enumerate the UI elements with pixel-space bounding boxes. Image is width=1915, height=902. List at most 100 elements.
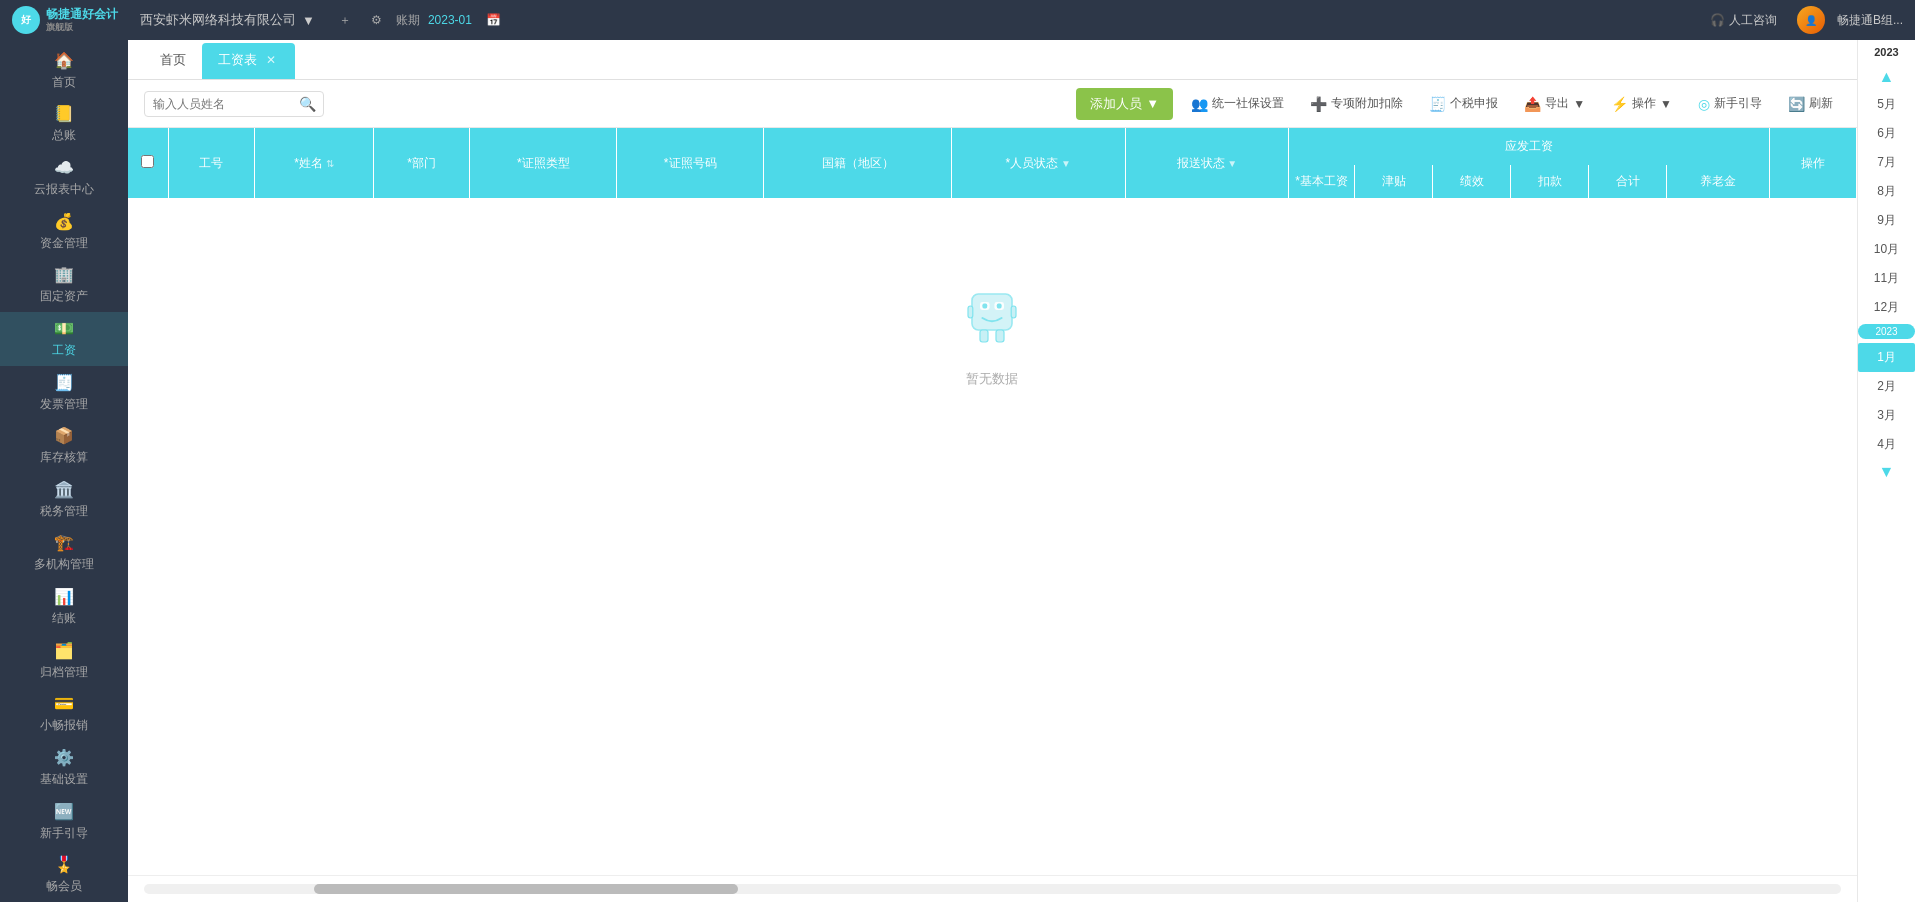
sidebar-item-inventory[interactable]: 📦 库存核算 [0,419,128,473]
period-value[interactable]: 2023-01 [428,13,472,27]
tab-bar: 首页 工资表 ✕ [128,40,1857,80]
ledger-icon: 📒 [54,104,74,123]
month-item-4[interactable]: 4月 [1858,430,1915,459]
sidebar-item-invoice[interactable]: 🧾 发票管理 [0,366,128,420]
month-item-1[interactable]: 1月 [1858,343,1915,372]
search-input[interactable] [153,97,293,111]
th-checkbox[interactable] [128,128,168,198]
th-report-status[interactable]: 报送状态 [1125,128,1289,198]
th-person-status[interactable]: *人员状态 [951,128,1125,198]
sidebar-item-ledger[interactable]: 📒 总账 [0,98,128,152]
guide-action[interactable]: ◎ 新手引导 [1690,90,1770,117]
vip-icon: 🎖️ [54,855,74,874]
search-icon[interactable]: 🔍 [299,96,316,112]
search-wrap: 🔍 [144,91,324,117]
tax-icon: 🏛️ [54,480,74,499]
service-button[interactable]: 🎧 人工咨询 [1702,8,1785,33]
empty-text: 暂无数据 [966,370,1018,388]
table-wrap: 工号 *姓名 *部门 *证照类型 *证照号码 国籍（地区） *人员状态 报送状态… [128,128,1857,875]
month-nav-up[interactable]: ▲ [1875,64,1899,90]
user-avatar[interactable]: 👤 [1797,6,1825,34]
sidebar-item-salary[interactable]: 💵 工资 [0,312,128,366]
social-label: 统一社保设置 [1212,95,1284,112]
select-all-checkbox[interactable] [141,155,154,168]
sidebar-item-home[interactable]: 🏠 首页 [0,44,128,98]
add-company-button[interactable]: ＋ [333,8,357,33]
sidebar-label-cloud: 云报表中心 [34,181,94,198]
sidebar-label-expense: 小畅报销 [40,717,88,734]
operate-action[interactable]: ⚡ 操作 ▼ [1603,90,1680,117]
settings-button[interactable]: ⚙ [365,9,388,31]
operate-label: 操作 [1632,95,1656,112]
calendar-icon[interactable]: 📅 [480,9,507,31]
company-selector[interactable]: 西安虾米网络科技有限公司 ▼ [132,7,323,33]
tab-home[interactable]: 首页 [144,43,202,79]
guide-icon: 🆕 [54,802,74,821]
company-name: 西安虾米网络科技有限公司 [140,11,296,29]
refresh-action[interactable]: 🔄 刷新 [1780,90,1841,117]
inventory-icon: 📦 [54,426,74,445]
tab-close-button[interactable]: ✕ [263,52,279,68]
personal-tax-action[interactable]: 🧾 个税申报 [1421,90,1506,117]
add-people-button[interactable]: 添加人员 ▼ [1076,88,1173,120]
sidebar-item-assets[interactable]: 🏢 固定资产 [0,259,128,313]
th-pension: 养老金 [1667,165,1770,198]
sidebar-item-tax[interactable]: 🏛️ 税务管理 [0,473,128,527]
sidebar-label-ledger: 总账 [52,127,76,144]
main-layout: 🏠 首页 📒 总账 ☁️ 云报表中心 💰 资金管理 🏢 固定资产 💵 工资 🧾 … [0,40,1915,902]
sidebar-label-inventory: 库存核算 [40,449,88,466]
th-name[interactable]: *姓名 [254,128,373,198]
tab-home-label: 首页 [160,51,186,69]
bottom-scrollbar-thumb [314,884,738,894]
expense-icon: 💳 [54,694,74,713]
home-icon: 🏠 [54,51,74,70]
month-item-6[interactable]: 6月 [1858,119,1915,148]
month-item-8[interactable]: 8月 [1858,177,1915,206]
right-panel-year-label: 2023 [1870,40,1902,64]
social-icon: 👥 [1191,96,1208,112]
svg-rect-8 [996,330,1004,342]
export-action[interactable]: 📤 导出 ▼ [1516,90,1593,117]
sidebar-label-salary: 工资 [52,342,76,359]
user-name[interactable]: 畅捷通B组... [1837,12,1903,29]
month-item-11[interactable]: 11月 [1858,264,1915,293]
sidebar-item-archive[interactable]: 🗂️ 归档管理 [0,634,128,688]
sidebar-item-funds[interactable]: 💰 资金管理 [0,205,128,259]
sidebar-item-expense[interactable]: 💳 小畅报销 [0,688,128,742]
bottom-scrollbar[interactable] [144,884,1841,894]
month-item-2[interactable]: 2月 [1858,372,1915,401]
logo-text-area: 畅捷通好会计 旗舰版 [46,7,118,32]
add-people-label: 添加人员 [1090,95,1142,113]
service-label: 人工咨询 [1729,12,1777,29]
month-item-10[interactable]: 10月 [1858,235,1915,264]
th-allowance: 津贴 [1355,165,1433,198]
sidebar-item-guide[interactable]: 🆕 新手引导 [0,795,128,849]
sidebar-label-archive: 归档管理 [40,664,88,681]
month-item-12[interactable]: 12月 [1858,293,1915,322]
tax-deduct-action[interactable]: ➕ 专项附加扣除 [1302,90,1411,117]
add-people-dropdown-icon: ▼ [1146,96,1159,111]
refresh-icon: 🔄 [1788,96,1805,112]
tab-salary-table[interactable]: 工资表 ✕ [202,43,295,79]
svg-rect-6 [1011,306,1016,318]
sidebar-item-vip[interactable]: 🎖️ 畅会员 [0,848,128,902]
month-nav-down[interactable]: ▼ [1875,459,1899,485]
sidebar-item-cloud[interactable]: ☁️ 云报表中心 [0,151,128,205]
sidebar-item-settle[interactable]: 📊 结账 [0,580,128,634]
bottom-scrollbar-area [128,875,1857,902]
month-item-7[interactable]: 7月 [1858,148,1915,177]
sidebar-item-multi[interactable]: 🏗️ 多机构管理 [0,527,128,581]
month-item-5[interactable]: 5月 [1858,90,1915,119]
empty-row: 暂无数据 [128,198,1857,468]
empty-area: 暂无数据 [128,198,1857,468]
export-icon: 📤 [1524,96,1541,112]
sidebar-label-assets: 固定资产 [40,288,88,305]
month-item-3[interactable]: 3月 [1858,401,1915,430]
social-settings-action[interactable]: 👥 统一社保设置 [1183,90,1292,117]
app-name: 畅捷通好会计 [46,7,118,21]
month-item-9[interactable]: 9月 [1858,206,1915,235]
export-dropdown-icon: ▼ [1573,97,1585,111]
sidebar-item-settings[interactable]: ⚙️ 基础设置 [0,741,128,795]
th-dept: *部门 [374,128,470,198]
settings-side-icon: ⚙️ [54,748,74,767]
